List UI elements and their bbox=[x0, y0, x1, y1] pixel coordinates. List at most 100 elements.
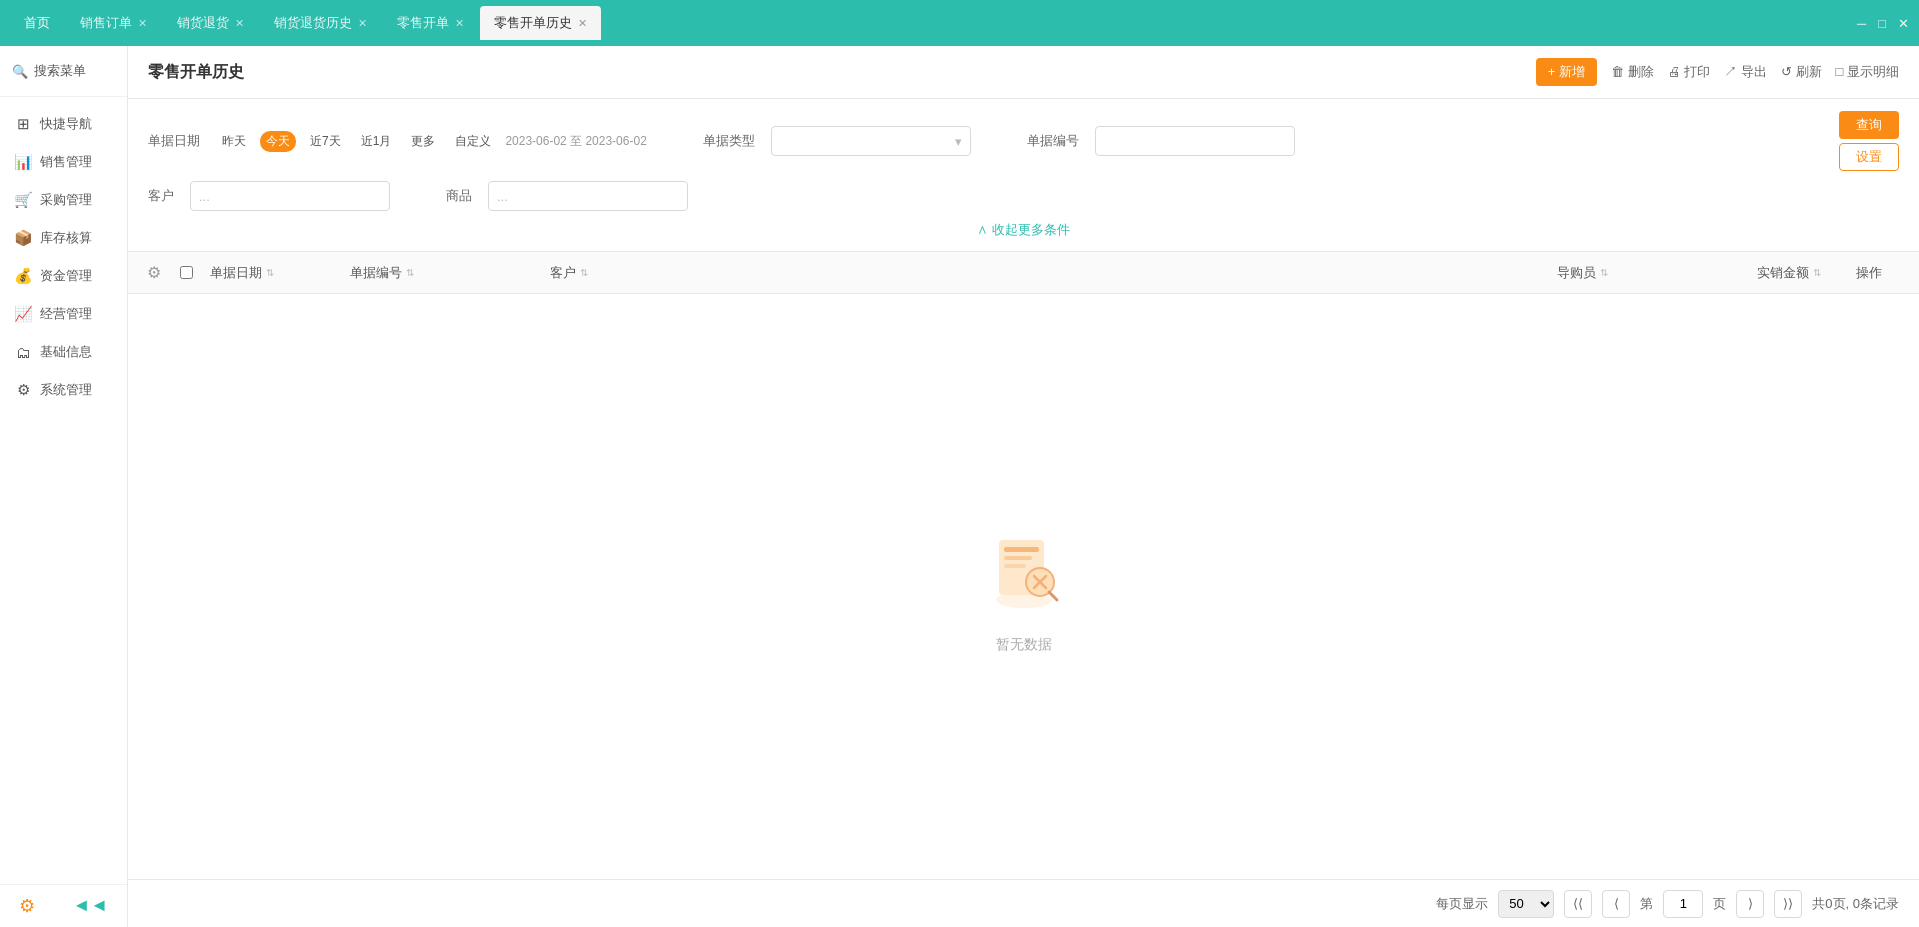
sort-date-icon[interactable]: ⇅ bbox=[266, 267, 274, 278]
prev-page-btn[interactable]: ⟨ bbox=[1602, 890, 1630, 918]
refresh-button[interactable]: ↺ 刷新 bbox=[1781, 63, 1822, 81]
sidebar-item-finance[interactable]: 💰 资金管理 bbox=[0, 257, 127, 295]
table-header: ⚙ 单据日期 ⇅ 单据编号 ⇅ 客户 ⇅ 导购员 ⇅ bbox=[128, 252, 1919, 294]
tab-close-retail-open[interactable]: ✕ bbox=[455, 18, 464, 29]
sidebar-item-basic-info[interactable]: 🗂 基础信息 bbox=[0, 333, 127, 371]
svg-rect-3 bbox=[1004, 556, 1032, 560]
sort-guide-icon[interactable]: ⇅ bbox=[1600, 267, 1608, 278]
customer-label: 客户 bbox=[148, 187, 174, 205]
display-detail-button[interactable]: □ 显示明细 bbox=[1836, 63, 1899, 81]
sidebar-search-section: 🔍 搜索菜单 bbox=[0, 46, 127, 97]
sidebar-item-label-purchase: 采购管理 bbox=[40, 191, 92, 209]
goods-select[interactable]: ... bbox=[488, 181, 688, 211]
maximize-btn[interactable]: □ bbox=[1878, 16, 1886, 31]
print-button[interactable]: 🖨 打印 bbox=[1668, 63, 1711, 81]
date-filter: 昨天 今天 近7天 近1月 更多 自定义 2023-06-02 至 2023-0… bbox=[216, 131, 647, 152]
pagination: 每页显示 10 20 50 100 ⟨⟨ ⟨ 第 页 ⟩ ⟩⟩ 共0页, 0条记… bbox=[128, 879, 1919, 927]
sidebar-item-operations[interactable]: 📈 经营管理 bbox=[0, 295, 127, 333]
sidebar-item-label-system: 系统管理 bbox=[40, 381, 92, 399]
settings-icon[interactable]: ⚙ bbox=[19, 895, 35, 917]
col-date-label: 单据日期 bbox=[210, 264, 262, 282]
sidebar-item-purchase[interactable]: 🛒 采购管理 bbox=[0, 181, 127, 219]
query-button[interactable]: 查询 bbox=[1839, 111, 1899, 139]
tab-retail-open[interactable]: 零售开单 ✕ bbox=[383, 6, 478, 40]
more-btn[interactable]: 更多 bbox=[405, 131, 441, 152]
week7-btn[interactable]: 近7天 bbox=[304, 131, 347, 152]
yesterday-btn[interactable]: 昨天 bbox=[216, 131, 252, 152]
type-select[interactable]: ▾ bbox=[771, 126, 971, 156]
sidebar: 🔍 搜索菜单 ⊞ 快捷导航 📊 销售管理 🛒 采购管理 📦 库存核算 � bbox=[0, 46, 128, 927]
page-unit: 页 bbox=[1713, 895, 1726, 913]
top-tab-bar: 首页 销售订单 ✕ 销货退货 ✕ 销货退货历史 ✕ 零售开单 ✕ 零售开单历史 … bbox=[0, 0, 1919, 46]
set-button[interactable]: 设置 bbox=[1839, 143, 1899, 171]
system-icon: ⚙ bbox=[14, 381, 32, 399]
column-settings-icon[interactable]: ⚙ bbox=[138, 263, 170, 282]
per-page-label: 每页显示 bbox=[1436, 895, 1488, 913]
window-controls: ─ □ ✕ bbox=[1857, 16, 1909, 31]
col-number-label: 单据编号 bbox=[350, 264, 402, 282]
sort-customer-icon[interactable]: ⇅ bbox=[580, 267, 588, 278]
first-page-btn[interactable]: ⟨⟨ bbox=[1564, 890, 1592, 918]
svg-rect-4 bbox=[1004, 564, 1026, 568]
svg-rect-2 bbox=[1004, 547, 1039, 552]
total-label: 共0页, 0条记录 bbox=[1812, 895, 1899, 913]
sidebar-item-label-basic-info: 基础信息 bbox=[40, 343, 92, 361]
tab-retail-open-history[interactable]: 零售开单历史 ✕ bbox=[480, 6, 601, 40]
close-btn[interactable]: ✕ bbox=[1898, 16, 1909, 31]
page-input[interactable] bbox=[1663, 890, 1703, 918]
filter-row-2: 客户 ... 商品 ... bbox=[148, 181, 1899, 211]
next-page-btn[interactable]: ⟩ bbox=[1736, 890, 1764, 918]
custom-btn[interactable]: 自定义 bbox=[449, 131, 497, 152]
sort-amount-icon[interactable]: ⇅ bbox=[1813, 267, 1821, 278]
select-all-checkbox[interactable] bbox=[170, 266, 202, 279]
per-page-select[interactable]: 10 20 50 100 bbox=[1498, 890, 1554, 918]
sidebar-item-quick-nav[interactable]: ⊞ 快捷导航 bbox=[0, 105, 127, 143]
sort-number-icon[interactable]: ⇅ bbox=[406, 267, 414, 278]
page-label: 第 bbox=[1640, 895, 1653, 913]
tab-close-sales-return-history[interactable]: ✕ bbox=[358, 18, 367, 29]
basic-info-icon: 🗂 bbox=[14, 343, 32, 361]
col-guide: 导购员 ⇅ bbox=[1549, 264, 1689, 282]
filter-bar: 单据日期 昨天 今天 近7天 近1月 更多 自定义 2023-06-02 至 2… bbox=[128, 99, 1919, 252]
tab-close-retail-open-history[interactable]: ✕ bbox=[578, 18, 587, 29]
customer-select[interactable]: ... bbox=[190, 181, 390, 211]
col-action: 操作 bbox=[1829, 264, 1909, 282]
date-label: 单据日期 bbox=[148, 132, 200, 150]
number-input[interactable] bbox=[1095, 126, 1295, 156]
month1-btn[interactable]: 近1月 bbox=[355, 131, 398, 152]
tab-close-sales-return[interactable]: ✕ bbox=[235, 18, 244, 29]
sidebar-item-sales[interactable]: 📊 销售管理 bbox=[0, 143, 127, 181]
inventory-icon: 📦 bbox=[14, 229, 32, 247]
delete-button[interactable]: 🗑 删除 bbox=[1611, 63, 1654, 81]
page-header: 零售开单历史 + 新增 🗑 删除 🖨 打印 ↗ 导出 ↺ 刷新 □ 显示明细 bbox=[128, 46, 1919, 99]
table-area: ⚙ 单据日期 ⇅ 单据编号 ⇅ 客户 ⇅ 导购员 ⇅ bbox=[128, 252, 1919, 879]
today-btn[interactable]: 今天 bbox=[260, 131, 296, 152]
content-area: 零售开单历史 + 新增 🗑 删除 🖨 打印 ↗ 导出 ↺ 刷新 □ 显示明细 单… bbox=[128, 46, 1919, 927]
tab-sales-order[interactable]: 销售订单 ✕ bbox=[66, 6, 161, 40]
col-amount-label: 实销金额 bbox=[1757, 264, 1809, 282]
collapse-conditions[interactable]: ∧ 收起更多条件 bbox=[148, 221, 1899, 239]
last-page-btn[interactable]: ⟩⟩ bbox=[1774, 890, 1802, 918]
type-label: 单据类型 bbox=[703, 132, 755, 150]
tab-close-sales-order[interactable]: ✕ bbox=[138, 18, 147, 29]
col-customer: 客户 ⇅ bbox=[542, 264, 1549, 282]
sidebar-item-system[interactable]: ⚙ 系统管理 bbox=[0, 371, 127, 409]
tab-sales-return[interactable]: 销货退货 ✕ bbox=[163, 6, 258, 40]
export-button[interactable]: ↗ 导出 bbox=[1724, 63, 1767, 81]
empty-state: 暂无数据 bbox=[128, 294, 1919, 879]
tab-sales-return-history[interactable]: 销货退货历史 ✕ bbox=[260, 6, 381, 40]
sidebar-bottom: ⚙ ◄◄ bbox=[0, 884, 127, 927]
empty-text: 暂无数据 bbox=[996, 636, 1052, 654]
collapse-sidebar-icon[interactable]: ◄◄ bbox=[73, 895, 109, 917]
add-button[interactable]: + 新增 bbox=[1536, 58, 1597, 86]
col-date: 单据日期 ⇅ bbox=[202, 264, 342, 282]
tab-home[interactable]: 首页 bbox=[10, 6, 64, 40]
minimize-btn[interactable]: ─ bbox=[1857, 16, 1866, 31]
number-label: 单据编号 bbox=[1027, 132, 1079, 150]
sidebar-item-label-finance: 资金管理 bbox=[40, 267, 92, 285]
sidebar-item-inventory[interactable]: 📦 库存核算 bbox=[0, 219, 127, 257]
filter-row-1: 单据日期 昨天 今天 近7天 近1月 更多 自定义 2023-06-02 至 2… bbox=[148, 111, 1899, 171]
sidebar-search[interactable]: 🔍 搜索菜单 bbox=[0, 56, 127, 86]
goods-label: 商品 bbox=[446, 187, 472, 205]
sidebar-nav: ⊞ 快捷导航 📊 销售管理 🛒 采购管理 📦 库存核算 💰 资金管理 📈 bbox=[0, 97, 127, 884]
